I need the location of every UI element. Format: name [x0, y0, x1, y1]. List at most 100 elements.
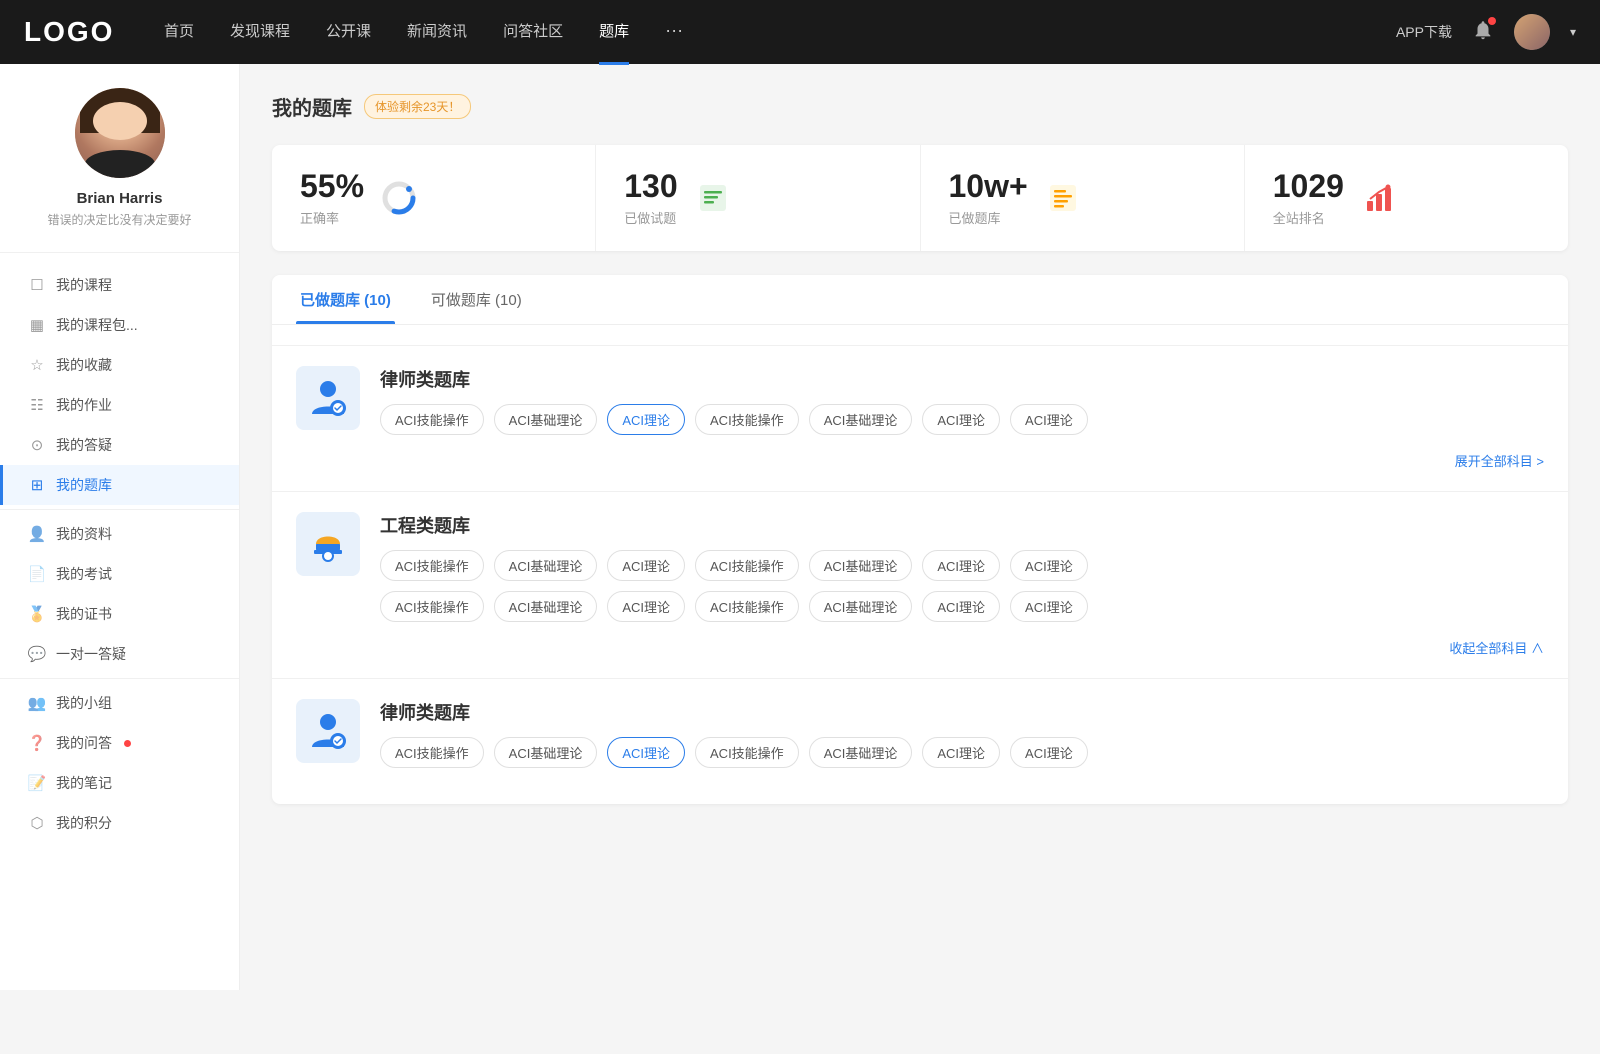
notification-dot	[1488, 17, 1496, 25]
nav-more[interactable]: ···	[665, 20, 683, 45]
sidebar-item-notes[interactable]: 📝 我的笔记	[0, 763, 239, 803]
nav-discover[interactable]: 发现课程	[230, 20, 290, 45]
bank-title-engineer: 工程类题库	[380, 512, 1544, 538]
tab-done[interactable]: 已做题库 (10)	[296, 275, 395, 324]
nav-news[interactable]: 新闻资讯	[407, 20, 467, 45]
tag-active[interactable]: ACI理论	[607, 737, 685, 768]
tag[interactable]: ACI技能操作	[695, 737, 799, 768]
donut-icon	[380, 179, 418, 217]
bank-card-engineer: 工程类题库 ACI技能操作 ACI基础理论 ACI理论 ACI技能操作 ACI基…	[272, 491, 1568, 678]
stat-label-correct-rate: 正确率	[300, 208, 364, 227]
page-wrapper: Brian Harris 错误的决定比没有决定要好 ☐ 我的课程 ▦ 我的课程包…	[0, 64, 1600, 990]
sidebar-item-exams[interactable]: 📄 我的考试	[0, 554, 239, 594]
tag[interactable]: ACI基础理论	[809, 550, 913, 581]
tag[interactable]: ACI基础理论	[494, 550, 598, 581]
tag[interactable]: ACI基础理论	[809, 591, 913, 622]
nav-qa[interactable]: 问答社区	[503, 20, 563, 45]
stat-value-done-questions: 130	[624, 169, 677, 204]
bank-tags-lawyer-2: ACI技能操作 ACI基础理论 ACI理论 ACI技能操作 ACI基础理论 AC…	[380, 737, 1544, 768]
sidebar-item-favorites[interactable]: ☆ 我的收藏	[0, 345, 239, 385]
tag[interactable]: ACI技能操作	[695, 404, 799, 435]
nav-bank[interactable]: 题库	[599, 20, 629, 45]
group-icon: 👥	[28, 694, 46, 712]
list-icon	[694, 179, 732, 217]
sidebar-item-bank[interactable]: ⊞ 我的题库	[0, 465, 239, 505]
tag[interactable]: ACI基础理论	[494, 404, 598, 435]
stat-label-site-rank: 全站排名	[1273, 208, 1344, 227]
sidebar-divider-1	[0, 509, 239, 510]
nav-home[interactable]: 首页	[164, 20, 194, 45]
logo[interactable]: LOGO	[24, 16, 124, 48]
sidebar-item-points[interactable]: ⬡ 我的积分	[0, 803, 239, 843]
tag[interactable]: ACI基础理论	[809, 404, 913, 435]
app-download-button[interactable]: APP下载	[1396, 22, 1452, 42]
sidebar-item-qa[interactable]: ⊙ 我的答疑	[0, 425, 239, 465]
tag-active[interactable]: ACI理论	[607, 404, 685, 435]
tag[interactable]: ACI理论	[1010, 550, 1088, 581]
tag[interactable]: ACI理论	[607, 550, 685, 581]
stat-done-questions: 130 已做试题	[596, 145, 920, 251]
sidebar-item-my-qa[interactable]: ❓ 我的问答	[0, 723, 239, 763]
certificate-icon: 🏅	[28, 605, 46, 623]
stat-value-correct-rate: 55%	[300, 169, 364, 204]
stat-value-site-rank: 1029	[1273, 169, 1344, 204]
tag[interactable]: ACI理论	[922, 591, 1000, 622]
nav-links: 首页 发现课程 公开课 新闻资讯 问答社区 题库 ···	[164, 20, 1396, 45]
user-avatar[interactable]	[1514, 14, 1550, 50]
doc-icon: ☐	[28, 276, 46, 294]
tag[interactable]: ACI理论	[607, 591, 685, 622]
sidebar-divider-2	[0, 678, 239, 679]
note-icon: 📝	[28, 774, 46, 792]
file-icon: 📄	[28, 565, 46, 583]
tab-available[interactable]: 可做题库 (10)	[427, 275, 526, 324]
question-icon: ❓	[28, 734, 46, 752]
tag[interactable]: ACI技能操作	[380, 591, 484, 622]
bank-icon-engineer	[296, 512, 360, 576]
bank-footer-engineer: 收起全部科目 ∧	[296, 638, 1544, 658]
expand-link-lawyer-1[interactable]: 展开全部科目 >	[1455, 454, 1544, 469]
users-icon: 👤	[28, 525, 46, 543]
main-content: 我的题库 体验剩余23天！ 55% 正确率	[240, 64, 1600, 990]
trial-badge: 体验剩余23天！	[364, 94, 471, 119]
user-dropdown-arrow[interactable]: ▾	[1570, 25, 1576, 39]
page-header: 我的题库 体验剩余23天！	[272, 92, 1568, 121]
stat-site-rank: 1029 全站排名	[1245, 145, 1568, 251]
sidebar-item-materials[interactable]: 👤 我的资料	[0, 514, 239, 554]
sidebar-profile: Brian Harris 错误的决定比没有决定要好	[0, 88, 239, 253]
tag[interactable]: ACI理论	[1010, 404, 1088, 435]
tag[interactable]: ACI理论	[922, 737, 1000, 768]
sidebar-item-homework[interactable]: ☷ 我的作业	[0, 385, 239, 425]
tag[interactable]: ACI技能操作	[380, 404, 484, 435]
sidebar-item-certificates[interactable]: 🏅 我的证书	[0, 594, 239, 634]
tag[interactable]: ACI技能操作	[695, 591, 799, 622]
tag[interactable]: ACI理论	[1010, 737, 1088, 768]
bank-icon-lawyer-1	[296, 366, 360, 430]
bank-card-lawyer-1: 律师类题库 ACI技能操作 ACI基础理论 ACI理论 ACI技能操作 ACI基…	[272, 345, 1568, 491]
tag[interactable]: ACI理论	[1010, 591, 1088, 622]
tabs-row: 已做题库 (10) 可做题库 (10)	[272, 275, 1568, 325]
tag[interactable]: ACI理论	[922, 404, 1000, 435]
profile-name: Brian Harris	[77, 190, 163, 207]
navbar: LOGO 首页 发现课程 公开课 新闻资讯 问答社区 题库 ··· APP下载 …	[0, 0, 1600, 64]
tag[interactable]: ACI基础理论	[494, 737, 598, 768]
stats-row: 55% 正确率 130 已做试题	[272, 145, 1568, 251]
tag[interactable]: ACI基础理论	[809, 737, 913, 768]
tag[interactable]: ACI技能操作	[695, 550, 799, 581]
collapse-link-engineer[interactable]: 收起全部科目 ∧	[1449, 641, 1544, 656]
sidebar-item-courses[interactable]: ☐ 我的课程	[0, 265, 239, 305]
tag[interactable]: ACI技能操作	[380, 737, 484, 768]
tag[interactable]: ACI基础理论	[494, 591, 598, 622]
bar-red-icon	[1360, 179, 1398, 217]
sidebar-item-one-on-one[interactable]: 💬 一对一答疑	[0, 634, 239, 674]
sidebar-item-course-packages[interactable]: ▦ 我的课程包...	[0, 305, 239, 345]
nav-open-course[interactable]: 公开课	[326, 20, 371, 45]
profile-avatar	[75, 88, 165, 178]
lawyer-icon-2	[306, 709, 350, 753]
sidebar-item-group[interactable]: 👥 我的小组	[0, 683, 239, 723]
bank-title-lawyer-2: 律师类题库	[380, 699, 1544, 725]
tag[interactable]: ACI技能操作	[380, 550, 484, 581]
page-title: 我的题库	[272, 92, 352, 121]
tag[interactable]: ACI理论	[922, 550, 1000, 581]
bank-icon-lawyer-2	[296, 699, 360, 763]
notification-bell[interactable]	[1472, 19, 1494, 46]
